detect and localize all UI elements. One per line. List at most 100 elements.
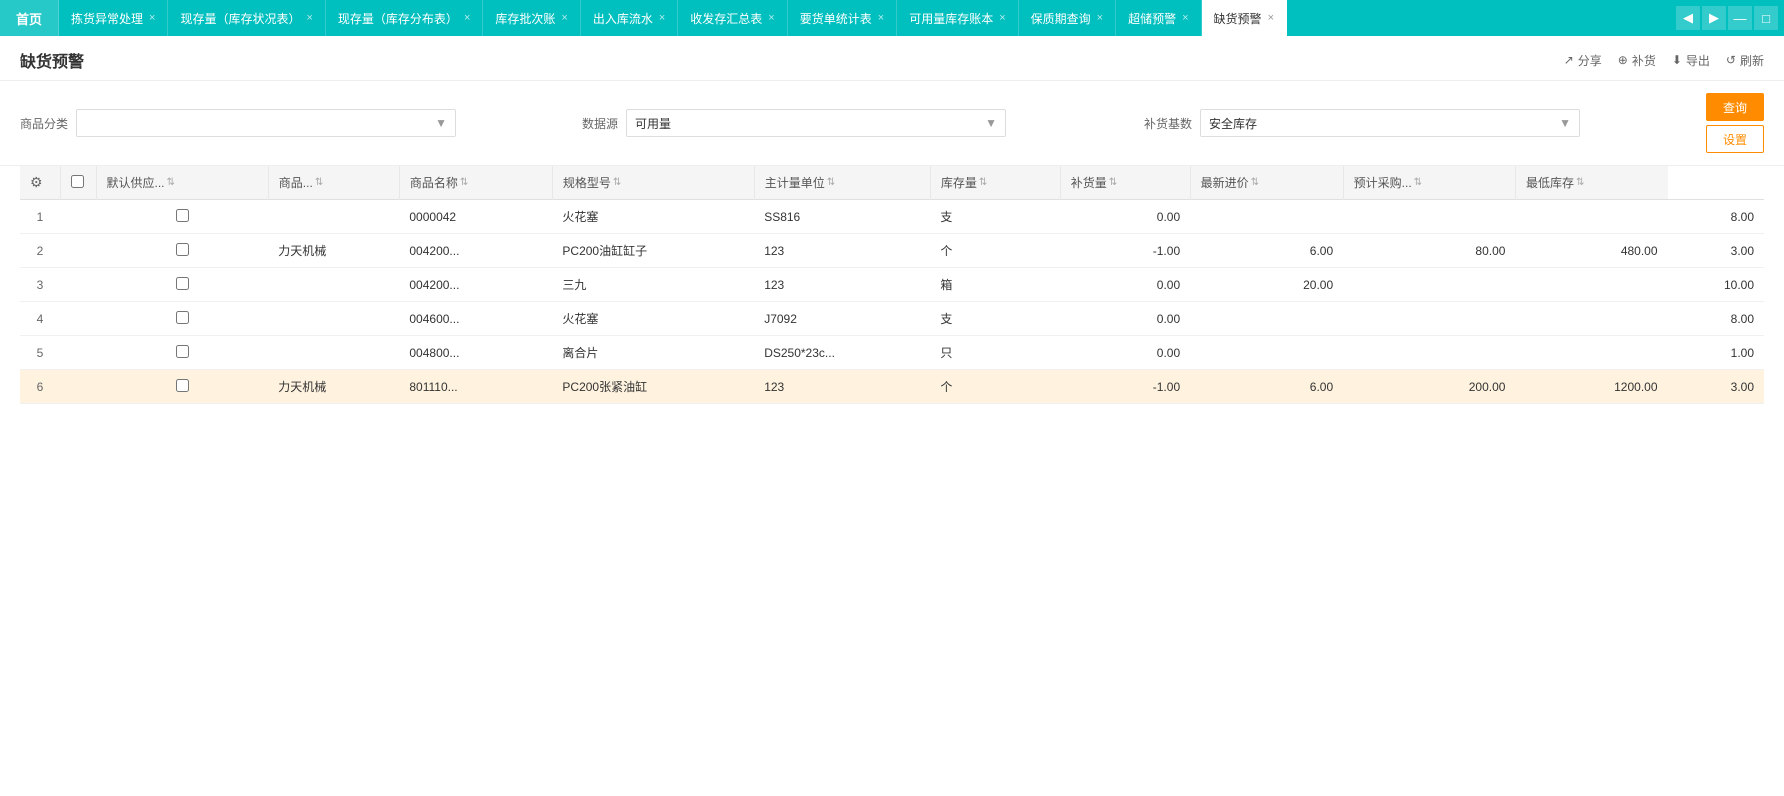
close-tab-overstock[interactable]: × bbox=[1182, 12, 1188, 24]
close-tab-recv-summary[interactable]: × bbox=[768, 12, 774, 24]
nav-next-btn[interactable]: ▶ bbox=[1702, 6, 1726, 30]
main-content: 缺货预警 ↗ 分享 ⊕ 补货 ⬇ 导出 ↺ 刷新 商品分类 bbox=[0, 36, 1784, 796]
close-tab-available-ledger[interactable]: × bbox=[999, 12, 1005, 24]
nav-prev-btn[interactable]: ◀ bbox=[1676, 6, 1700, 30]
tab-inventory-dist[interactable]: 现存量（库存分布表） × bbox=[326, 0, 483, 36]
row-restock-qty: 6.00 bbox=[1190, 370, 1343, 404]
row-stock: 0.00 bbox=[1060, 268, 1190, 302]
th-min-stock[interactable]: 最低库存 ⇅ bbox=[1515, 166, 1667, 200]
row-unit: 支 bbox=[930, 200, 1060, 234]
close-tab-inventory-dist[interactable]: × bbox=[464, 12, 470, 24]
filter-bar: 商品分类 ▼ 数据源 可用量 ▼ 补货基数 安全库存 ▼ 查询 设置 bbox=[0, 81, 1784, 166]
row-checkbox-cell[interactable] bbox=[96, 200, 268, 234]
row-code: 801110... bbox=[399, 370, 552, 404]
restock-button[interactable]: ⊕ 补货 bbox=[1618, 52, 1656, 69]
row-checkbox-cell[interactable] bbox=[96, 268, 268, 302]
datasource-arrow: ▼ bbox=[985, 116, 997, 130]
share-button[interactable]: ↗ 分享 bbox=[1564, 52, 1602, 69]
row-unit: 只 bbox=[930, 336, 1060, 370]
row-stock: 0.00 bbox=[1060, 302, 1190, 336]
tab-available-ledger[interactable]: 可用量库存账本 × bbox=[897, 0, 1018, 36]
replenish-value: 安全库存 bbox=[1209, 115, 1257, 132]
close-tab-inventory-status[interactable]: × bbox=[306, 12, 312, 24]
th-name[interactable]: 商品名称 ⇅ bbox=[399, 166, 552, 200]
row-name: 三九 bbox=[552, 268, 754, 302]
th-spec[interactable]: 规格型号 ⇅ bbox=[552, 166, 754, 200]
row-code: 004600... bbox=[399, 302, 552, 336]
th-latest-price[interactable]: 最新进价 ⇅ bbox=[1190, 166, 1343, 200]
gear-icon: ⚙ bbox=[30, 174, 43, 190]
row-est-purchase bbox=[1515, 336, 1667, 370]
datasource-label: 数据源 bbox=[582, 115, 618, 132]
tab-shortage[interactable]: 缺货预警 × bbox=[1202, 0, 1287, 36]
th-settings[interactable]: ⚙ bbox=[20, 166, 60, 200]
row-restock-qty: 20.00 bbox=[1190, 268, 1343, 302]
th-supplier[interactable]: 默认供应... ⇅ bbox=[96, 166, 268, 200]
tab-expiry-query[interactable]: 保质期查询 × bbox=[1019, 0, 1116, 36]
row-checkbox-cell[interactable] bbox=[96, 370, 268, 404]
row-checkbox[interactable] bbox=[176, 345, 189, 358]
row-unit: 箱 bbox=[930, 268, 1060, 302]
select-all-checkbox[interactable] bbox=[71, 175, 84, 188]
close-tab-order-stats[interactable]: × bbox=[878, 12, 884, 24]
row-name: PC200油缸缸子 bbox=[552, 234, 754, 268]
filter-group-replenish: 补货基数 安全库存 ▼ bbox=[1144, 109, 1686, 137]
row-checkbox[interactable] bbox=[176, 277, 189, 290]
datasource-select[interactable]: 可用量 ▼ bbox=[626, 109, 1006, 137]
nav-tabs: 首页 拣货异常处理 × 现存量（库存状况表） × 现存量（库存分布表） × 库存… bbox=[0, 0, 1784, 36]
tab-batch-account[interactable]: 库存批次账 × bbox=[483, 0, 580, 36]
close-tab-in-out-flow[interactable]: × bbox=[659, 12, 665, 24]
row-checkbox[interactable] bbox=[176, 243, 189, 256]
close-tab-shortage[interactable]: × bbox=[1268, 12, 1274, 24]
row-checkbox-cell[interactable] bbox=[96, 336, 268, 370]
th-restock-qty[interactable]: 补货量 ⇅ bbox=[1060, 166, 1190, 200]
nav-max-btn[interactable]: □ bbox=[1754, 6, 1778, 30]
close-tab-batch-anomaly[interactable]: × bbox=[149, 12, 155, 24]
refresh-button[interactable]: ↺ 刷新 bbox=[1726, 52, 1764, 69]
row-num: 2 bbox=[20, 234, 60, 268]
tab-home[interactable]: 首页 bbox=[0, 0, 59, 36]
tab-recv-summary[interactable]: 收发存汇总表 × bbox=[678, 0, 787, 36]
query-button[interactable]: 查询 bbox=[1706, 93, 1764, 121]
export-button[interactable]: ⬇ 导出 bbox=[1672, 52, 1710, 69]
row-min-stock: 3.00 bbox=[1668, 234, 1764, 268]
table-body: 1 0000042 火花塞 SS816 支 0.00 8.00 2 力天机械 0… bbox=[20, 200, 1764, 404]
row-checkbox[interactable] bbox=[176, 209, 189, 222]
row-checkbox-cell[interactable] bbox=[96, 234, 268, 268]
row-est-purchase bbox=[1515, 268, 1667, 302]
row-spec: SS816 bbox=[754, 200, 930, 234]
row-restock-qty bbox=[1190, 200, 1343, 234]
tab-in-out-flow[interactable]: 出入库流水 × bbox=[581, 0, 678, 36]
tab-order-stats[interactable]: 要货单统计表 × bbox=[788, 0, 897, 36]
th-unit[interactable]: 主计量单位 ⇅ bbox=[754, 166, 930, 200]
row-settings-cell bbox=[60, 268, 96, 302]
header-actions: ↗ 分享 ⊕ 补货 ⬇ 导出 ↺ 刷新 bbox=[1564, 52, 1764, 69]
row-latest-price bbox=[1343, 268, 1515, 302]
row-supplier: 力天机械 bbox=[268, 234, 399, 268]
th-stock[interactable]: 库存量 ⇅ bbox=[930, 166, 1060, 200]
row-latest-price: 80.00 bbox=[1343, 234, 1515, 268]
row-num: 5 bbox=[20, 336, 60, 370]
nav-min-btn[interactable]: — bbox=[1728, 6, 1752, 30]
sort-arrows-unit: ⇅ bbox=[827, 177, 835, 188]
row-stock: -1.00 bbox=[1060, 234, 1190, 268]
row-settings-cell bbox=[60, 370, 96, 404]
replenish-select[interactable]: 安全库存 ▼ bbox=[1200, 109, 1580, 137]
row-restock-qty: 6.00 bbox=[1190, 234, 1343, 268]
close-tab-batch-account[interactable]: × bbox=[561, 12, 567, 24]
row-checkbox-cell[interactable] bbox=[96, 302, 268, 336]
settings-button[interactable]: 设置 bbox=[1706, 125, 1764, 153]
close-tab-expiry-query[interactable]: × bbox=[1097, 12, 1103, 24]
sort-arrows-supplier: ⇅ bbox=[167, 177, 175, 188]
tab-inventory-status[interactable]: 现存量（库存状况表） × bbox=[168, 0, 325, 36]
row-latest-price bbox=[1343, 200, 1515, 234]
tab-overstock[interactable]: 超储预警 × bbox=[1116, 0, 1201, 36]
row-checkbox[interactable] bbox=[176, 379, 189, 392]
page-header: 缺货预警 ↗ 分享 ⊕ 补货 ⬇ 导出 ↺ 刷新 bbox=[0, 36, 1784, 81]
replenish-label: 补货基数 bbox=[1144, 115, 1192, 132]
th-est-purchase[interactable]: 预计采购... ⇅ bbox=[1343, 166, 1515, 200]
th-code[interactable]: 商品... ⇅ bbox=[268, 166, 399, 200]
tab-batch-anomaly[interactable]: 拣货异常处理 × bbox=[59, 0, 168, 36]
row-checkbox[interactable] bbox=[176, 311, 189, 324]
category-select[interactable]: ▼ bbox=[76, 109, 456, 137]
